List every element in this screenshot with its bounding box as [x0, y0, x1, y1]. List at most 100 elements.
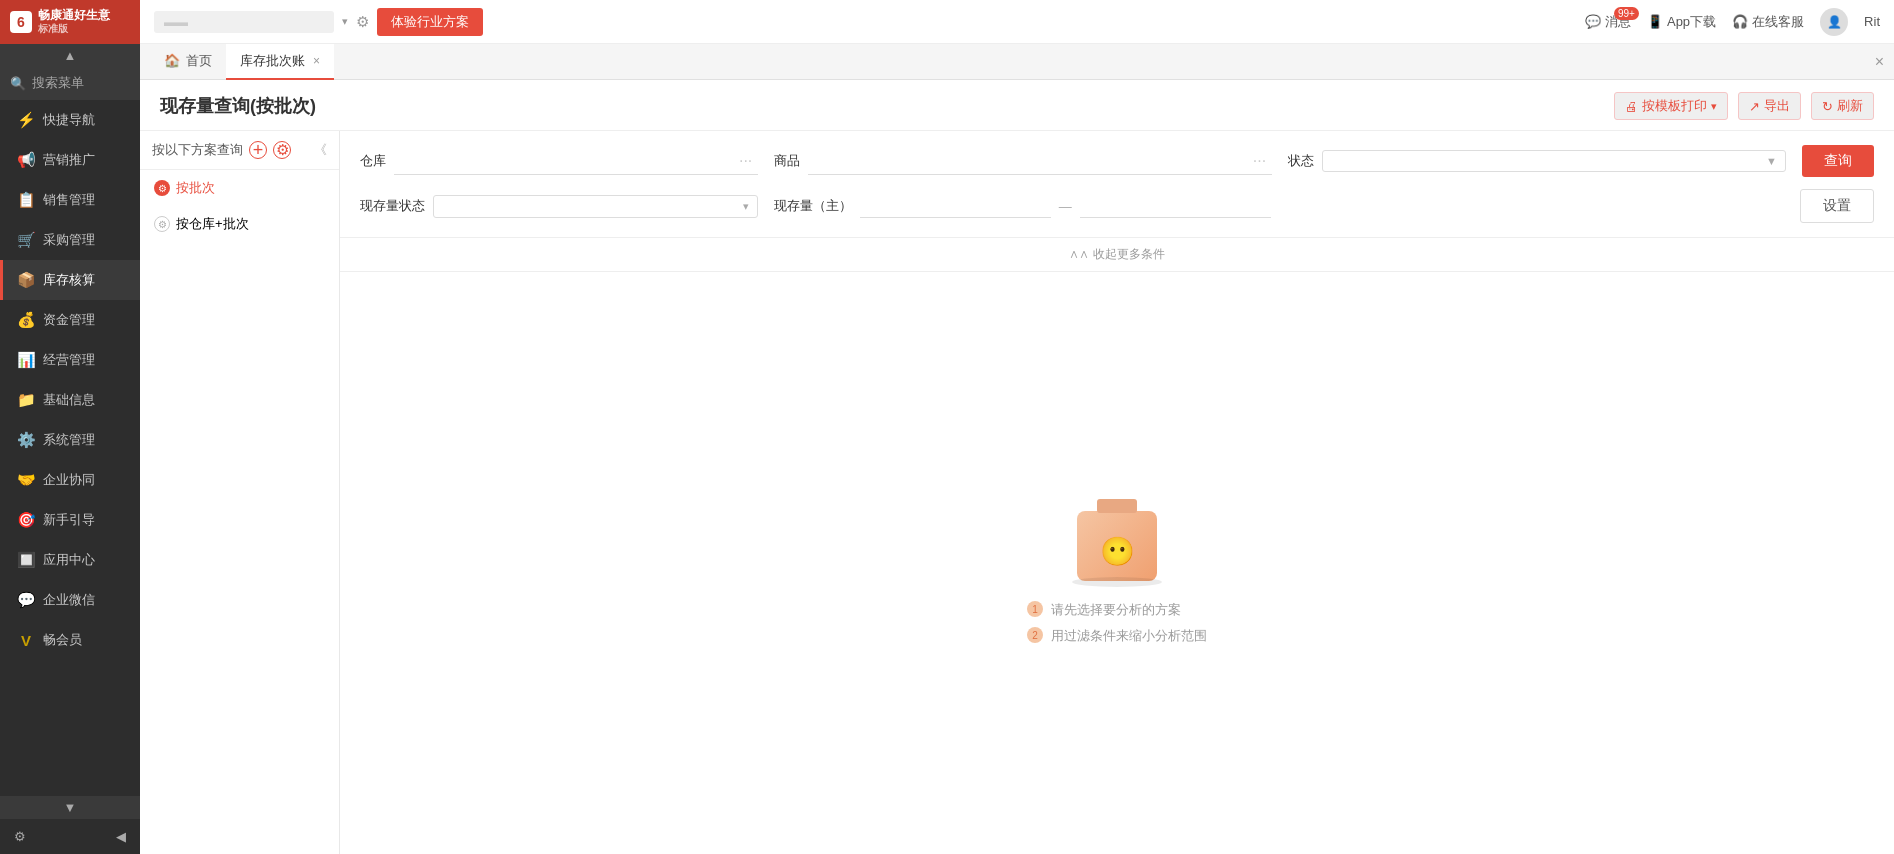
sidebar-item-quicknav[interactable]: ⚡ 快捷导航	[0, 100, 140, 140]
main-area: ▬▬ ▾ ⚙ 体验行业方案 💬 消息 99+ 📱 App下载 🎧 在线客服 👤	[140, 0, 1894, 854]
main-close-btn[interactable]: ×	[1875, 53, 1884, 71]
sidebar-item-vip[interactable]: V 畅会员	[0, 620, 140, 660]
scheme-warehouse-batch[interactable]: ⚙ 按仓库+批次	[140, 206, 339, 242]
topbar-gear-icon[interactable]: ⚙	[356, 13, 369, 31]
sidebar-scroll-down[interactable]: ▼	[0, 796, 140, 818]
status-label: 状态	[1288, 152, 1314, 170]
query-btn[interactable]: 查询	[1802, 145, 1874, 177]
message-item[interactable]: 💬 消息 99+	[1585, 13, 1631, 31]
stock-status-label: 现存量状态	[360, 197, 425, 215]
print-chevron-icon[interactable]: ▾	[1711, 100, 1717, 113]
add-scheme-icon[interactable]: +	[249, 141, 267, 159]
sidebar-item-sales[interactable]: 📋 销售管理	[0, 180, 140, 220]
status-select[interactable]: ▼	[1322, 150, 1786, 172]
stock-qty-to-input[interactable]	[1086, 198, 1265, 213]
tab-batch-account[interactable]: 库存批次账 ×	[226, 44, 334, 80]
export-label: 导出	[1764, 97, 1790, 115]
product-field: 商品 ···	[774, 148, 1272, 175]
refresh-icon: ↻	[1822, 99, 1833, 114]
collapse-bar[interactable]: ∧∧ 收起更多条件	[340, 238, 1894, 272]
stock-status-chevron-icon: ▾	[743, 200, 749, 213]
left-panel: 按以下方案查询 + ⚙ 《 ⚙ 按批次 ⚙ 按仓库+批次	[140, 131, 340, 854]
settings-btn[interactable]: 设置	[1800, 189, 1874, 223]
marketing-icon: 📢	[17, 151, 35, 169]
sidebar: 6 畅康通好生意 标准版 ▲ 🔍 搜索菜单 ⚡ 快捷导航 📢 营销推广 📋 销售…	[0, 0, 140, 854]
basic-icon: 📁	[17, 391, 35, 409]
product-input[interactable]	[814, 153, 1247, 168]
sidebar-item-system[interactable]: ⚙️ 系统管理	[0, 420, 140, 460]
sidebar-item-purchase[interactable]: 🛒 采购管理	[0, 220, 140, 260]
app-download-item[interactable]: 📱 App下载	[1647, 13, 1716, 31]
scheme-settings-icon[interactable]: ⚙	[273, 141, 291, 159]
topbar-chevron-icon[interactable]: ▾	[342, 15, 348, 28]
sidebar-item-basic[interactable]: 📁 基础信息	[0, 380, 140, 420]
newbie-icon: 🎯	[17, 511, 35, 529]
sidebar-item-label: 采购管理	[43, 231, 95, 249]
app-download-label: App下载	[1667, 13, 1716, 31]
print-btn[interactable]: 🖨 按模板打印 ▾	[1614, 92, 1728, 120]
warehouse-dots[interactable]: ···	[739, 152, 752, 170]
stock-qty-label: 现存量（主）	[774, 197, 852, 215]
stock-qty-from-input[interactable]	[866, 198, 1045, 213]
enterprise-icon: 🤝	[17, 471, 35, 489]
user-avatar[interactable]: 👤	[1820, 8, 1848, 36]
sidebar-item-wxwork[interactable]: 💬 企业微信	[0, 580, 140, 620]
sidebar-item-newbie[interactable]: 🎯 新手引导	[0, 500, 140, 540]
tip2-num: 2	[1027, 627, 1043, 643]
sidebar-item-label: 系统管理	[43, 431, 95, 449]
topbar-search-box[interactable]: ▬▬	[154, 11, 334, 33]
collapse-label: 收起更多条件	[1093, 247, 1165, 261]
sidebar-nav: ⚡ 快捷导航 📢 营销推广 📋 销售管理 🛒 采购管理 📦 库存核算 💰 资金管…	[0, 100, 140, 796]
page-actions: 🖨 按模板打印 ▾ ↗ 导出 ↻ 刷新	[1614, 92, 1874, 120]
scheme-batch[interactable]: ⚙ 按批次	[140, 170, 339, 206]
empty-tip-1: 1 请先选择要分析的方案	[1027, 601, 1207, 619]
empty-shadow	[1072, 577, 1162, 587]
refresh-label: 刷新	[1837, 97, 1863, 115]
sidebar-item-enterprise[interactable]: 🤝 企业协同	[0, 460, 140, 500]
product-input-wrap[interactable]: ···	[808, 148, 1272, 175]
sidebar-item-finance[interactable]: 💰 资金管理	[0, 300, 140, 340]
sidebar-header: 6 畅康通好生意 标准版	[0, 0, 140, 44]
warehouse-input-wrap[interactable]: ···	[394, 148, 758, 175]
sidebar-scroll-up[interactable]: ▲	[0, 44, 140, 66]
stock-status-select[interactable]: ▾	[433, 195, 758, 218]
tab-batch-label: 库存批次账	[240, 52, 305, 70]
sidebar-item-operation[interactable]: 📊 经营管理	[0, 340, 140, 380]
online-service-item[interactable]: 🎧 在线客服	[1732, 13, 1804, 31]
sidebar-item-marketing[interactable]: 📢 营销推广	[0, 140, 140, 180]
sidebar-item-label: 营销推广	[43, 151, 95, 169]
footer-collapse-icon[interactable]: ◀	[116, 829, 126, 844]
sidebar-search[interactable]: 🔍 搜索菜单	[0, 66, 140, 100]
experience-btn[interactable]: 体验行业方案	[377, 8, 483, 36]
phone-icon: 📱	[1647, 14, 1663, 29]
refresh-btn[interactable]: ↻ 刷新	[1811, 92, 1874, 120]
tab-close-icon[interactable]: ×	[313, 54, 320, 68]
product-dots[interactable]: ···	[1253, 152, 1266, 170]
sidebar-item-apps[interactable]: 🔲 应用中心	[0, 540, 140, 580]
scheme-warehouse-batch-label: 按仓库+批次	[176, 215, 249, 233]
tip2-text: 用过滤条件来缩小分析范围	[1051, 627, 1207, 645]
filter-row-2: 现存量状态 ▾ 现存量（主）	[360, 189, 1874, 223]
finance-icon: 💰	[17, 311, 35, 329]
topbar: ▬▬ ▾ ⚙ 体验行业方案 💬 消息 99+ 📱 App下载 🎧 在线客服 👤	[140, 0, 1894, 44]
filter-row-1: 仓库 ··· 商品 ···	[360, 145, 1874, 177]
scheme-inactive-icon: ⚙	[154, 216, 170, 232]
home-icon: 🏠	[164, 53, 180, 68]
export-btn[interactable]: ↗ 导出	[1738, 92, 1801, 120]
close-icon: ×	[1875, 53, 1884, 71]
topbar-left: ▬▬ ▾ ⚙ 体验行业方案	[154, 8, 1575, 36]
status-chevron-icon: ▼	[1766, 155, 1777, 167]
left-panel-header: 按以下方案查询 + ⚙ 《	[140, 131, 339, 170]
sidebar-item-label: 经营管理	[43, 351, 95, 369]
empty-state: 😶 1 请先选择要分析的方案 2 用过滤条件来缩小分析范围	[340, 272, 1894, 854]
stock-qty-from[interactable]	[860, 194, 1051, 218]
app-title-block: 畅康通好生意 标准版	[38, 8, 110, 36]
body-layout: 按以下方案查询 + ⚙ 《 ⚙ 按批次 ⚙ 按仓库+批次	[140, 131, 1894, 854]
qty-dash: —	[1059, 199, 1072, 214]
panel-collapse-icon[interactable]: 《	[314, 141, 327, 159]
stock-qty-to[interactable]	[1080, 194, 1271, 218]
tab-home[interactable]: 🏠 首页	[150, 44, 226, 80]
warehouse-input[interactable]	[400, 153, 733, 168]
footer-settings-icon[interactable]: ⚙	[14, 829, 26, 844]
sidebar-item-inventory[interactable]: 📦 库存核算	[0, 260, 140, 300]
